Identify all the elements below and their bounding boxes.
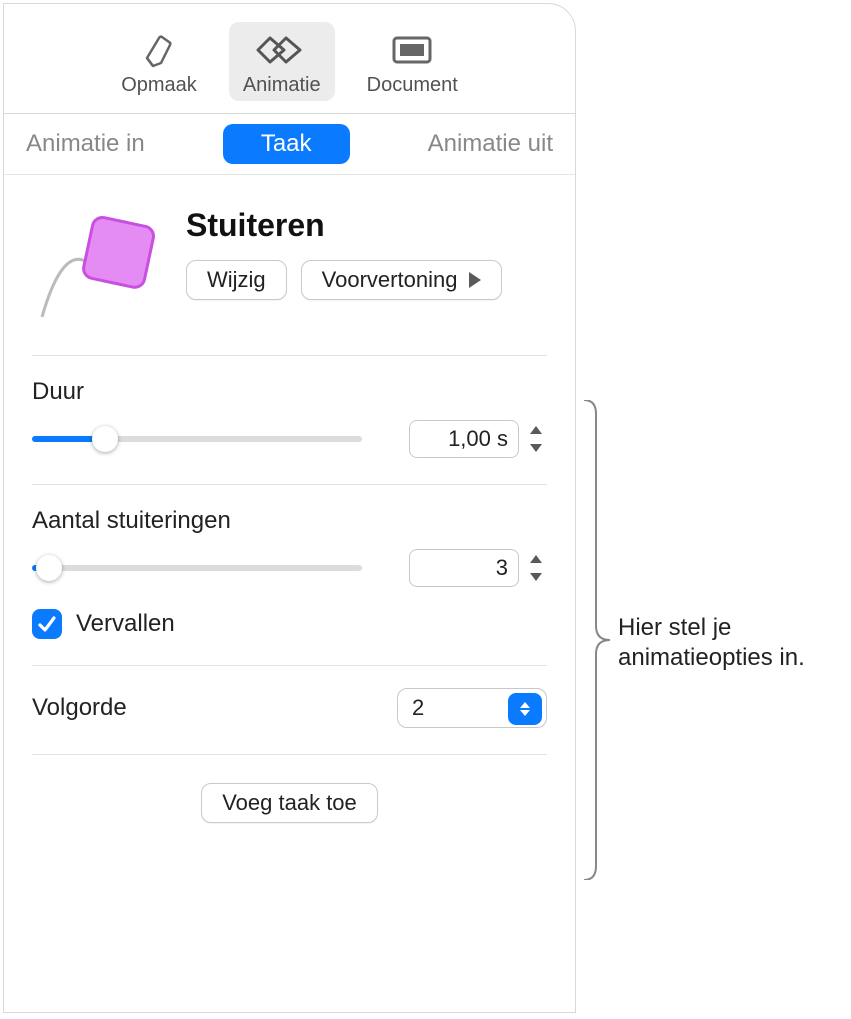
- order-label: Volgorde: [32, 694, 127, 722]
- bounce-icon: [32, 207, 162, 327]
- add-action-label: Voeg taak toe: [222, 790, 357, 816]
- order-select[interactable]: 2: [397, 688, 547, 728]
- duration-step-up[interactable]: [525, 422, 547, 438]
- bounces-stepper: [409, 549, 547, 587]
- order-section: Volgorde 2: [4, 666, 575, 754]
- order-select-value: 2: [412, 695, 424, 721]
- play-icon: [469, 272, 481, 288]
- decay-label: Vervallen: [76, 610, 175, 638]
- effect-title: Stuiteren: [186, 207, 502, 244]
- inspector-panel: Opmaak Animatie Document Animatie in: [3, 3, 576, 1013]
- bounces-label: Aantal stuiteringen: [32, 507, 547, 535]
- decay-checkbox[interactable]: [32, 609, 62, 639]
- toolbar-animate-label: Animatie: [243, 74, 321, 97]
- toolbar: Opmaak Animatie Document: [4, 4, 575, 114]
- duration-stepper: [409, 420, 547, 458]
- bounces-slider[interactable]: [32, 556, 362, 580]
- change-button-label: Wijzig: [207, 267, 266, 293]
- tab-action[interactable]: Taak: [223, 124, 350, 164]
- preview-button[interactable]: Voorvertoning: [301, 260, 503, 300]
- bounces-input[interactable]: [409, 549, 519, 587]
- toolbar-format[interactable]: Opmaak: [107, 22, 211, 101]
- decay-row: Vervallen: [32, 609, 547, 639]
- animate-icon: [254, 30, 310, 70]
- tab-build-in[interactable]: Animatie in: [26, 124, 145, 164]
- tab-build-out[interactable]: Animatie uit: [428, 124, 553, 164]
- duration-step-down[interactable]: [525, 440, 547, 456]
- effect-title-block: Stuiteren Wijzig Voorvertoning: [186, 207, 502, 300]
- select-knob-icon: [508, 693, 542, 725]
- add-action-button[interactable]: Voeg taak toe: [201, 783, 378, 823]
- document-icon: [390, 30, 434, 70]
- bounces-step-up[interactable]: [525, 551, 547, 567]
- toolbar-document-label: Document: [367, 74, 458, 97]
- bounces-section: Aantal stuiteringen Vervallen: [4, 485, 575, 665]
- footer: Voeg taak toe: [4, 755, 575, 823]
- effect-header: Stuiteren Wijzig Voorvertoning: [4, 175, 575, 355]
- format-icon: [139, 30, 179, 70]
- callout-bracket: [582, 400, 612, 880]
- duration-label: Duur: [32, 378, 547, 406]
- duration-section: Duur: [4, 356, 575, 484]
- duration-input[interactable]: [409, 420, 519, 458]
- callout-text: Hier stel je animatieopties in.: [618, 613, 851, 673]
- change-button[interactable]: Wijzig: [186, 260, 287, 300]
- effect-buttons: Wijzig Voorvertoning: [186, 260, 502, 300]
- build-tabs: Animatie in Taak Animatie uit: [4, 114, 575, 175]
- toolbar-format-label: Opmaak: [121, 74, 197, 97]
- duration-slider[interactable]: [32, 427, 362, 451]
- bounces-step-down[interactable]: [525, 569, 547, 585]
- preview-button-label: Voorvertoning: [322, 267, 458, 293]
- toolbar-animate[interactable]: Animatie: [229, 22, 335, 101]
- toolbar-document[interactable]: Document: [353, 22, 472, 101]
